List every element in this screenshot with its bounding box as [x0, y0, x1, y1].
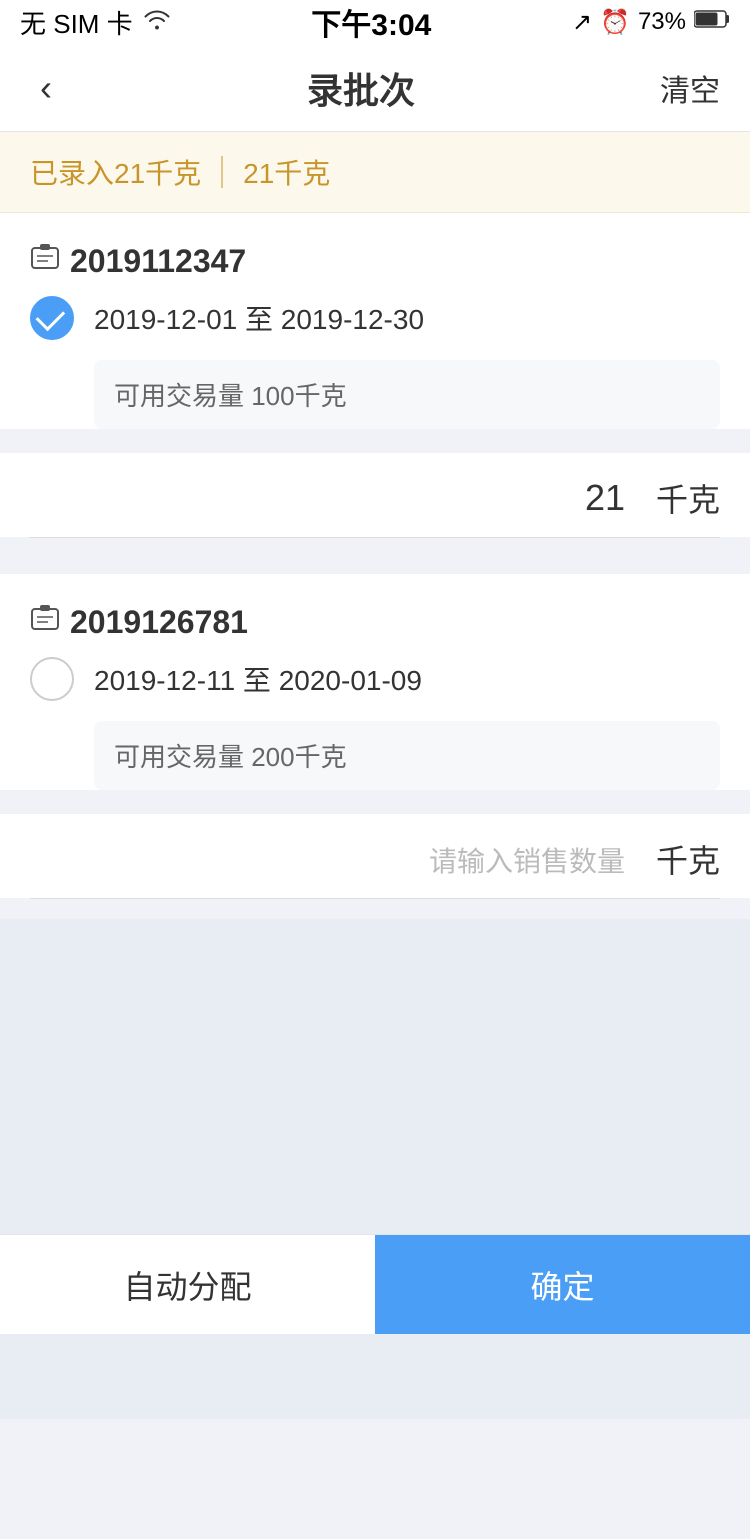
- status-right: ↗ ⏰ 73%: [572, 8, 730, 37]
- status-bar: 无 SIM 卡 下午3:04 ↗ ⏰ 73%: [0, 0, 750, 44]
- status-time: 下午3:04: [311, 0, 431, 44]
- summary-divider: [221, 156, 223, 188]
- batch-id-icon-1: [30, 244, 60, 280]
- nav-bar: ‹ 录批次 清空: [0, 44, 750, 132]
- available-qty-1: 可用交易量 100千克: [94, 360, 720, 429]
- batch-id-icon-2: [30, 605, 60, 641]
- confirm-button[interactable]: 确定: [375, 1235, 750, 1334]
- clear-button[interactable]: 清空: [660, 66, 720, 110]
- qty-unit-2: 千克: [656, 836, 720, 882]
- input-area-1: 千克: [0, 453, 750, 537]
- batch-header-2: 2019126781: [30, 604, 720, 641]
- batch-date-1: 2019-12-01 至 2019-12-30: [94, 298, 424, 338]
- no-sim-text: 无 SIM 卡: [20, 4, 133, 41]
- batch-date-row-2: 2019-12-11 至 2020-01-09: [30, 657, 720, 701]
- location-icon: ↗: [572, 8, 592, 37]
- batch-id-2: 2019126781: [70, 604, 248, 641]
- back-button[interactable]: ‹: [30, 57, 62, 119]
- qty-input-1[interactable]: [175, 477, 640, 519]
- input-underline-1: [30, 537, 720, 538]
- amount-label: 21千克: [243, 152, 330, 192]
- summary-banner: 已录入21千克 21千克: [0, 132, 750, 213]
- batch-checkbox-1[interactable]: [30, 296, 74, 340]
- page-title: 录批次: [307, 62, 415, 114]
- bottom-bar: 自动分配 确定: [0, 1234, 750, 1334]
- qty-unit-1: 千克: [656, 475, 720, 521]
- batch-card-2: 2019126781 2019-12-11 至 2020-01-09 可用交易量…: [0, 574, 750, 790]
- batch-header-1: 2019112347: [30, 243, 720, 280]
- alarm-icon: ⏰: [600, 8, 630, 37]
- batch-checkbox-2[interactable]: [30, 657, 74, 701]
- batch-date-2: 2019-12-11 至 2020-01-09: [94, 659, 422, 699]
- qty-input-2[interactable]: [175, 838, 640, 880]
- input-underline-2: [30, 898, 720, 899]
- batch-id-1: 2019112347: [70, 243, 246, 280]
- input-area-2: 千克: [0, 814, 750, 898]
- status-left: 无 SIM 卡: [20, 4, 171, 41]
- battery-icon: [694, 8, 730, 36]
- batch-card-1: 2019112347 2019-12-01 至 2019-12-30 可用交易量…: [0, 213, 750, 429]
- battery-text: 73%: [638, 8, 686, 36]
- wifi-icon: [143, 7, 171, 38]
- batch-date-row-1: 2019-12-01 至 2019-12-30: [30, 296, 720, 340]
- available-qty-2: 可用交易量 200千克: [94, 721, 720, 790]
- section-separator: [0, 558, 750, 574]
- recorded-label: 已录入21千克: [30, 152, 201, 192]
- empty-area: [0, 919, 750, 1419]
- auto-distribute-button[interactable]: 自动分配: [0, 1235, 375, 1334]
